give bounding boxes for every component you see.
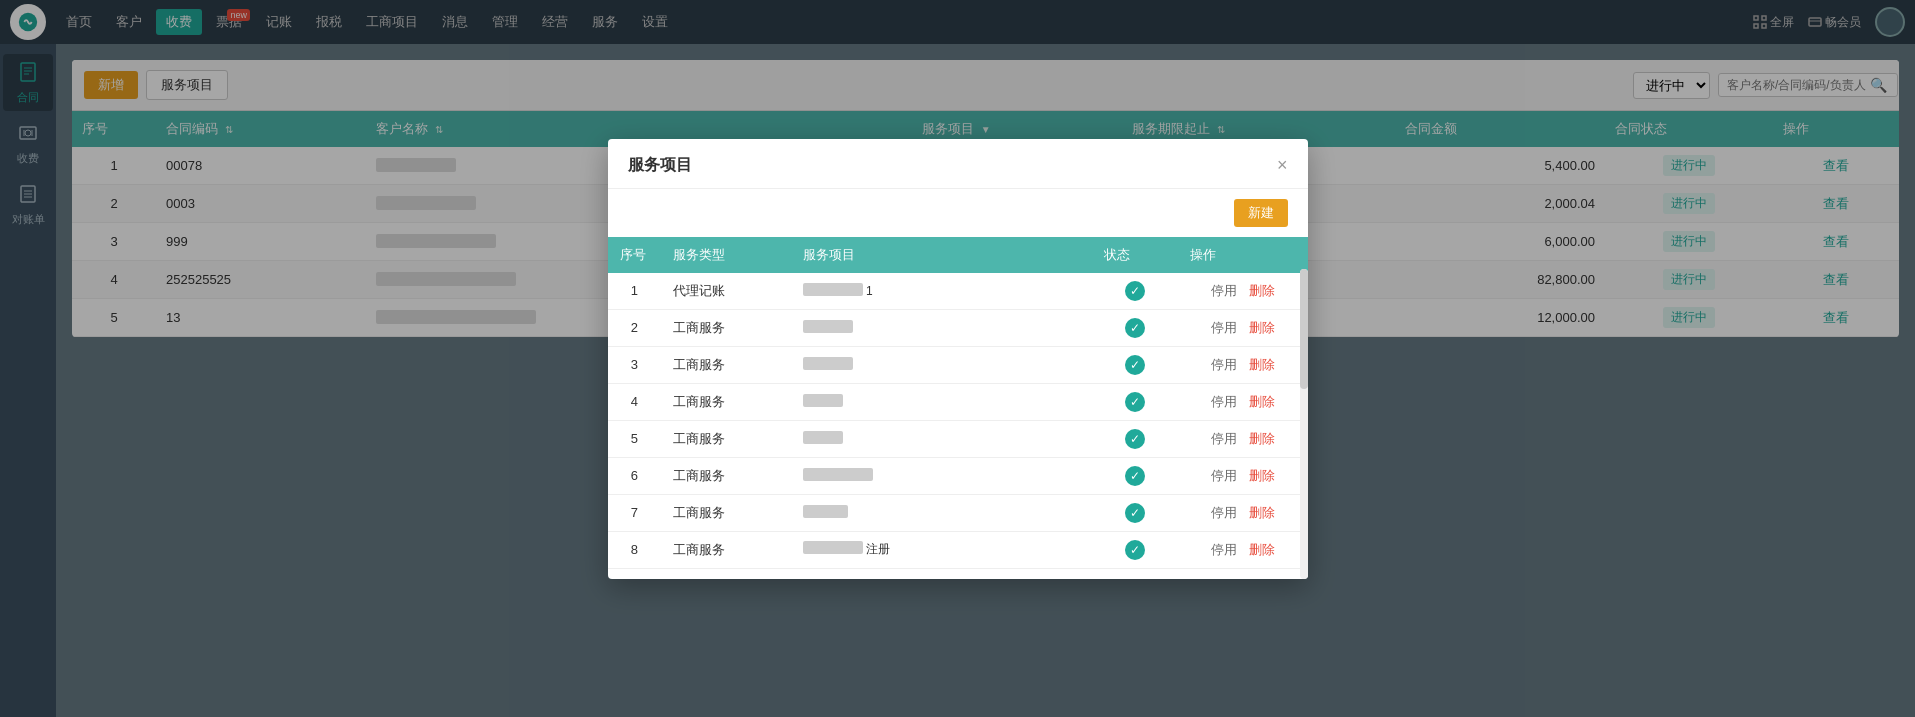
service-type: 工商服务 — [661, 494, 790, 531]
service-action: 停用 删除 — [1178, 494, 1307, 531]
stop-btn[interactable]: 停用 — [1211, 357, 1237, 372]
delete-btn[interactable]: 删除 — [1249, 320, 1275, 335]
service-item — [791, 494, 1093, 531]
service-action: 停用 删除 — [1178, 273, 1307, 310]
service-item — [791, 309, 1093, 346]
service-status: ✓ — [1092, 383, 1178, 420]
service-header-seq: 序号 — [608, 237, 662, 273]
service-item — [791, 457, 1093, 494]
service-type: 工商服务 — [661, 457, 790, 494]
main-content: 新增 服务项目 进行中 已完成 已终止 🔍 — [56, 44, 1915, 717]
service-action: 停用 删除 — [1178, 457, 1307, 494]
list-item: 4 工商服务 ✓ 停用 删除 — [608, 383, 1308, 420]
modal-toolbar: 新建 — [608, 189, 1308, 237]
stop-btn[interactable]: 停用 — [1211, 431, 1237, 446]
status-check-icon: ✓ — [1125, 392, 1145, 412]
service-type: 工商服务 — [661, 531, 790, 568]
modal-body: 序号 服务类型 服务项目 状态 操作 1 代理记账 1 ✓ 停用 删除 — [608, 237, 1308, 579]
stop-btn[interactable]: 停用 — [1211, 283, 1237, 298]
service-action: 停用 删除 — [1178, 420, 1307, 457]
service-status: ✓ — [1092, 309, 1178, 346]
service-header-status: 状态 — [1092, 237, 1178, 273]
status-check-icon: ✓ — [1125, 540, 1145, 560]
list-item: 5 工商服务 ✓ 停用 删除 — [608, 420, 1308, 457]
service-action: 停用 删除 — [1178, 531, 1307, 568]
modal-scrollbar-track — [1300, 269, 1308, 579]
stop-btn[interactable]: 停用 — [1211, 505, 1237, 520]
modal-scrollbar-thumb[interactable] — [1300, 269, 1308, 389]
service-status: ✓ — [1092, 273, 1178, 310]
list-item: 6 工商服务 ✓ 停用 删除 — [608, 457, 1308, 494]
service-type: 工商服务 — [661, 383, 790, 420]
list-item: 2 工商服务 ✓ 停用 删除 — [608, 309, 1308, 346]
service-header-type: 服务类型 — [661, 237, 790, 273]
modal-new-btn[interactable]: 新建 — [1234, 199, 1288, 227]
delete-btn[interactable]: 删除 — [1249, 394, 1275, 409]
service-item: 注册 — [791, 531, 1093, 568]
list-item: 3 工商服务 ✓ 停用 删除 — [608, 346, 1308, 383]
delete-btn[interactable]: 删除 — [1249, 468, 1275, 483]
service-action: 停用 删除 — [1178, 309, 1307, 346]
modal-title: 服务项目 — [628, 155, 692, 176]
service-type: 工商服务 — [661, 309, 790, 346]
service-item — [791, 383, 1093, 420]
stop-btn[interactable]: 停用 — [1211, 320, 1237, 335]
service-table: 序号 服务类型 服务项目 状态 操作 1 代理记账 1 ✓ 停用 删除 — [608, 237, 1308, 569]
service-type: 工商服务 — [661, 420, 790, 457]
service-header-item: 服务项目 — [791, 237, 1093, 273]
service-action: 停用 删除 — [1178, 346, 1307, 383]
service-seq: 5 — [608, 420, 662, 457]
stop-btn[interactable]: 停用 — [1211, 468, 1237, 483]
service-seq: 6 — [608, 457, 662, 494]
service-type: 工商服务 — [661, 346, 790, 383]
service-modal: 服务项目 × 新建 序号 服务类型 服务项目 状态 — [608, 139, 1308, 579]
status-check-icon: ✓ — [1125, 281, 1145, 301]
service-item: 1 — [791, 273, 1093, 310]
delete-btn[interactable]: 删除 — [1249, 505, 1275, 520]
list-item: 7 工商服务 ✓ 停用 删除 — [608, 494, 1308, 531]
status-check-icon: ✓ — [1125, 503, 1145, 523]
service-seq: 4 — [608, 383, 662, 420]
app-body: 合同 收费 对账单 — [0, 44, 1915, 717]
modal-header: 服务项目 × — [608, 139, 1308, 189]
service-seq: 3 — [608, 346, 662, 383]
list-item: 1 代理记账 1 ✓ 停用 删除 — [608, 273, 1308, 310]
list-item: 8 工商服务 注册 ✓ 停用 删除 — [608, 531, 1308, 568]
service-seq: 2 — [608, 309, 662, 346]
service-seq: 1 — [608, 273, 662, 310]
service-seq: 8 — [608, 531, 662, 568]
service-type: 代理记账 — [661, 273, 790, 310]
service-status: ✓ — [1092, 346, 1178, 383]
service-seq: 7 — [608, 494, 662, 531]
modal-close-btn[interactable]: × — [1277, 156, 1288, 174]
delete-btn[interactable]: 删除 — [1249, 283, 1275, 298]
service-action: 停用 删除 — [1178, 383, 1307, 420]
status-check-icon: ✓ — [1125, 318, 1145, 338]
service-status: ✓ — [1092, 494, 1178, 531]
delete-btn[interactable]: 删除 — [1249, 357, 1275, 372]
stop-btn[interactable]: 停用 — [1211, 542, 1237, 557]
service-item — [791, 346, 1093, 383]
service-header-action: 操作 — [1178, 237, 1307, 273]
delete-btn[interactable]: 删除 — [1249, 542, 1275, 557]
service-header-row: 序号 服务类型 服务项目 状态 操作 — [608, 237, 1308, 273]
status-check-icon: ✓ — [1125, 466, 1145, 486]
service-status: ✓ — [1092, 531, 1178, 568]
delete-btn[interactable]: 删除 — [1249, 431, 1275, 446]
modal-overlay[interactable]: 服务项目 × 新建 序号 服务类型 服务项目 状态 — [56, 44, 1915, 717]
status-check-icon: ✓ — [1125, 429, 1145, 449]
status-check-icon: ✓ — [1125, 355, 1145, 375]
service-status: ✓ — [1092, 457, 1178, 494]
service-status: ✓ — [1092, 420, 1178, 457]
service-item — [791, 420, 1093, 457]
stop-btn[interactable]: 停用 — [1211, 394, 1237, 409]
